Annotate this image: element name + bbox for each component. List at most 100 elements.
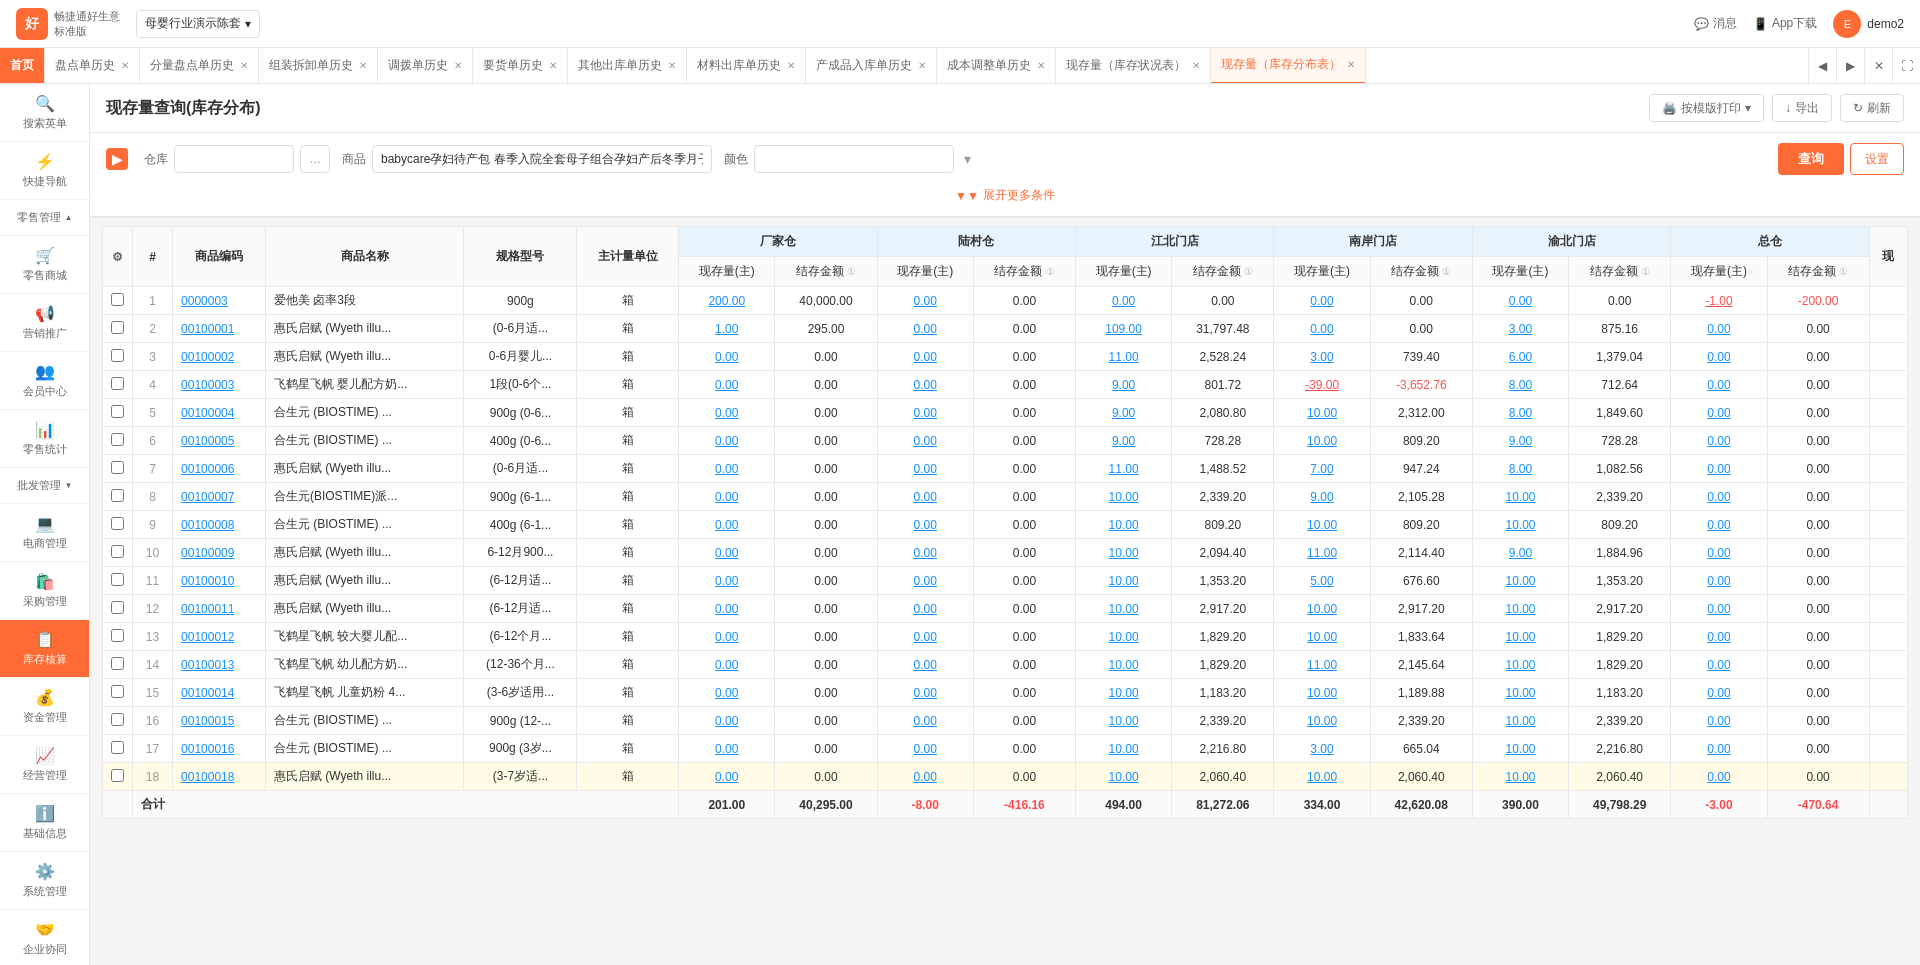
tab-close-6[interactable]: ✕ xyxy=(668,60,676,71)
total-qty[interactable]: 0.00 xyxy=(1671,427,1767,455)
query-btn[interactable]: 查询 xyxy=(1778,143,1844,175)
goods-code[interactable]: 00100012 xyxy=(173,623,266,651)
sidebar-item-quick-nav[interactable]: ⚡ 快捷导航 xyxy=(0,142,89,200)
table-container[interactable]: ⚙ # 商品编码 商品名称 规格型号 主计量单位 厂家仓 陆村仓 江北门店 南岸… xyxy=(90,218,1920,965)
goods-code[interactable]: 00100004 xyxy=(173,399,266,427)
tab-close-2[interactable]: ✕ xyxy=(240,60,248,71)
total-qty[interactable]: 0.00 xyxy=(1671,343,1767,371)
w1-qty[interactable]: 0.00 xyxy=(679,483,775,511)
goods-code[interactable]: 00100002 xyxy=(173,343,266,371)
row-checkbox[interactable] xyxy=(103,371,133,399)
tab-close-5[interactable]: ✕ xyxy=(549,60,557,71)
w2-qty[interactable]: 0.00 xyxy=(877,371,973,399)
goods-code[interactable]: 00100013 xyxy=(173,651,266,679)
w1-qty[interactable]: 0.00 xyxy=(679,623,775,651)
tab-transfer[interactable]: 调拨单历史 ✕ xyxy=(378,48,473,84)
row-checkbox[interactable] xyxy=(103,315,133,343)
tab-prev-btn[interactable]: ◀ xyxy=(1808,48,1836,84)
w5-qty[interactable]: 10.00 xyxy=(1472,707,1568,735)
w1-qty[interactable]: 0.00 xyxy=(679,343,775,371)
w2-qty[interactable]: 0.00 xyxy=(877,427,973,455)
tab-inventory-check[interactable]: 盘点单历史 ✕ xyxy=(45,48,140,84)
w4-qty[interactable]: 0.00 xyxy=(1274,287,1370,315)
row-checkbox[interactable] xyxy=(103,511,133,539)
w4-qty[interactable]: 10.00 xyxy=(1274,399,1370,427)
goods-code[interactable]: 00100007 xyxy=(173,483,266,511)
row-checkbox[interactable] xyxy=(103,343,133,371)
tab-close-4[interactable]: ✕ xyxy=(454,60,462,71)
w1-qty[interactable]: 200.00 xyxy=(679,287,775,315)
w5-qty[interactable]: 0.00 xyxy=(1472,287,1568,315)
row-checkbox[interactable] xyxy=(103,399,133,427)
total-qty[interactable]: 0.00 xyxy=(1671,735,1767,763)
w3-qty[interactable]: 10.00 xyxy=(1075,735,1171,763)
tab-close-1[interactable]: ✕ xyxy=(121,60,129,71)
w1-qty[interactable]: 0.00 xyxy=(679,567,775,595)
w3-qty[interactable]: 9.00 xyxy=(1075,427,1171,455)
print-btn[interactable]: 🖨️ 按模版打印 ▾ xyxy=(1649,94,1764,122)
w4-qty[interactable]: 9.00 xyxy=(1274,483,1370,511)
sidebar-item-retail-mall[interactable]: 🛒 零售商城 xyxy=(0,236,89,294)
tab-close-3[interactable]: ✕ xyxy=(359,60,367,71)
goods-code[interactable]: 00100005 xyxy=(173,427,266,455)
w1-qty[interactable]: 0.00 xyxy=(679,511,775,539)
total-qty[interactable]: -1.00 xyxy=(1671,287,1767,315)
tab-close-7[interactable]: ✕ xyxy=(787,60,795,71)
w3-qty[interactable]: 11.00 xyxy=(1075,343,1171,371)
industry-selector[interactable]: 母婴行业演示陈套 ▾ xyxy=(136,10,260,38)
tab-close-8[interactable]: ✕ xyxy=(918,60,926,71)
w5-qty[interactable]: 10.00 xyxy=(1472,595,1568,623)
w3-qty[interactable]: 10.00 xyxy=(1075,679,1171,707)
w2-qty[interactable]: 0.00 xyxy=(877,287,973,315)
w1-qty[interactable]: 0.00 xyxy=(679,539,775,567)
w3-qty[interactable]: 9.00 xyxy=(1075,399,1171,427)
tab-other-out[interactable]: 其他出库单历史 ✕ xyxy=(568,48,687,84)
tab-close-9[interactable]: ✕ xyxy=(1037,60,1045,71)
goods-code[interactable]: 00100001 xyxy=(173,315,266,343)
total-qty[interactable]: 0.00 xyxy=(1671,511,1767,539)
w4-qty[interactable]: 7.00 xyxy=(1274,455,1370,483)
w2-qty[interactable]: 0.00 xyxy=(877,567,973,595)
goods-code[interactable]: 00100010 xyxy=(173,567,266,595)
goods-code[interactable]: 0000003 xyxy=(173,287,266,315)
w1-qty[interactable]: 0.00 xyxy=(679,595,775,623)
sidebar-item-retail-stats[interactable]: 📊 零售统计 xyxy=(0,410,89,468)
w1-qty[interactable]: 0.00 xyxy=(679,399,775,427)
total-qty[interactable]: 0.00 xyxy=(1671,651,1767,679)
w1-qty[interactable]: 0.00 xyxy=(679,651,775,679)
goods-code[interactable]: 00100009 xyxy=(173,539,266,567)
total-qty[interactable]: 0.00 xyxy=(1671,707,1767,735)
row-checkbox[interactable] xyxy=(103,679,133,707)
w3-qty[interactable]: 10.00 xyxy=(1075,763,1171,791)
w4-qty[interactable]: 10.00 xyxy=(1274,679,1370,707)
w5-qty[interactable]: 9.00 xyxy=(1472,427,1568,455)
tab-stock-status[interactable]: 现存量（库存状况表） ✕ xyxy=(1056,48,1211,84)
w2-qty[interactable]: 0.00 xyxy=(877,651,973,679)
w5-qty[interactable]: 8.00 xyxy=(1472,371,1568,399)
col-settings-icon[interactable]: ⚙ xyxy=(112,250,123,264)
sidebar-item-operations[interactable]: 📈 经营管理 xyxy=(0,736,89,794)
total-info-icon[interactable]: ① xyxy=(1839,266,1848,277)
w2-qty[interactable]: 0.00 xyxy=(877,399,973,427)
row-checkbox[interactable] xyxy=(103,623,133,651)
w3-qty[interactable]: 10.00 xyxy=(1075,651,1171,679)
w5-qty[interactable]: 8.00 xyxy=(1472,455,1568,483)
w3-qty[interactable]: 10.00 xyxy=(1075,623,1171,651)
settings-col-header[interactable]: ⚙ xyxy=(103,227,133,287)
w1-qty[interactable]: 0.00 xyxy=(679,763,775,791)
w1-qty[interactable]: 0.00 xyxy=(679,679,775,707)
w4-qty[interactable]: 10.00 xyxy=(1274,511,1370,539)
w5-qty[interactable]: 10.00 xyxy=(1472,567,1568,595)
w5-qty[interactable]: 10.00 xyxy=(1472,623,1568,651)
w2-qty[interactable]: 0.00 xyxy=(877,735,973,763)
user-area[interactable]: E demo2 xyxy=(1833,10,1904,38)
tab-branch-check[interactable]: 分量盘点单历史 ✕ xyxy=(140,48,259,84)
w3-qty[interactable]: 9.00 xyxy=(1075,371,1171,399)
total-qty[interactable]: 0.00 xyxy=(1671,539,1767,567)
sidebar-item-marketing[interactable]: 📢 营销推广 xyxy=(0,294,89,352)
w4-qty[interactable]: 5.00 xyxy=(1274,567,1370,595)
w3-qty[interactable]: 109.00 xyxy=(1075,315,1171,343)
row-checkbox[interactable] xyxy=(103,567,133,595)
expand-icon[interactable]: ▶ xyxy=(106,148,128,170)
tab-close-11[interactable]: ✕ xyxy=(1347,59,1355,70)
